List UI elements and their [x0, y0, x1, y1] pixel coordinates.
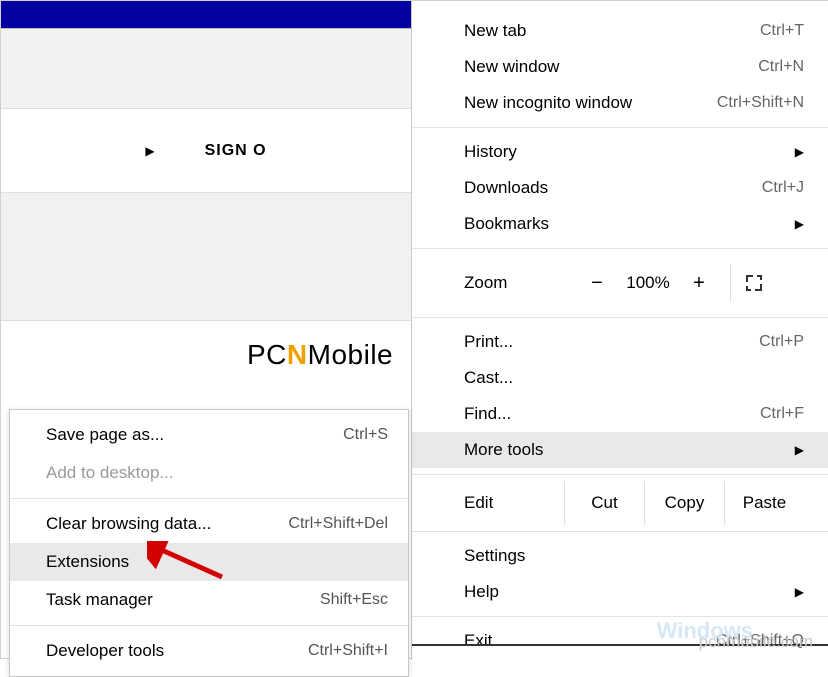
page-grey-region	[1, 193, 411, 321]
chevron-right-icon: ▶	[795, 443, 804, 457]
menu-label: Find...	[464, 404, 760, 424]
menu-item-new-tab[interactable]: New tab Ctrl+T	[412, 13, 828, 49]
window-titlebar	[1, 1, 411, 28]
menu-item-edit: Edit Cut Copy Paste	[412, 481, 828, 525]
menu-separator	[412, 248, 828, 249]
chevron-right-icon: ▶	[795, 585, 804, 599]
menu-label: History	[464, 142, 787, 162]
submenu-label: Add to desktop...	[46, 463, 388, 483]
zoom-level: 100%	[618, 273, 678, 293]
menu-shortcut: Ctrl+P	[759, 333, 804, 351]
sign-label: SIGN O	[205, 142, 267, 160]
menu-label: New incognito window	[464, 93, 717, 113]
submenu-label: Extensions	[46, 552, 388, 572]
menu-label: Bookmarks	[464, 214, 787, 234]
menu-label: Settings	[464, 546, 804, 566]
menu-item-more-tools[interactable]: More tools ▶	[412, 432, 828, 468]
fullscreen-icon	[746, 275, 762, 291]
menu-shortcut: Ctrl+N	[758, 58, 804, 76]
menu-item-zoom: Zoom − 100% +	[412, 255, 828, 311]
bookmarks-bar-strip	[1, 54, 411, 109]
submenu-label: Task manager	[46, 590, 320, 610]
menu-separator	[412, 127, 828, 128]
zoom-out-button[interactable]: −	[576, 272, 618, 295]
edit-cut-button[interactable]: Cut	[564, 481, 644, 525]
chevron-right-icon: ▶	[795, 217, 804, 231]
submenu-item-task-manager[interactable]: Task manager Shift+Esc	[10, 581, 408, 619]
menu-separator	[412, 616, 828, 617]
submenu-label: Developer tools	[46, 641, 308, 661]
chevron-right-icon: ▶	[795, 145, 804, 159]
menu-item-history[interactable]: History ▶	[412, 134, 828, 170]
menu-item-bookmarks[interactable]: Bookmarks ▶	[412, 206, 828, 242]
submenu-shortcut: Ctrl+Shift+I	[308, 642, 388, 660]
menu-bottom-border	[412, 644, 828, 646]
menu-item-downloads[interactable]: Downloads Ctrl+J	[412, 170, 828, 206]
toolbar-strip	[1, 28, 411, 54]
menu-shortcut: Ctrl+J	[762, 179, 804, 197]
submenu-item-add-to-desktop: Add to desktop...	[10, 454, 408, 492]
menu-item-cast[interactable]: Cast...	[412, 360, 828, 396]
submenu-item-extensions[interactable]: Extensions	[10, 543, 408, 581]
menu-separator	[412, 531, 828, 532]
menu-item-print[interactable]: Print... Ctrl+P	[412, 324, 828, 360]
menu-shortcut: Ctrl+F	[760, 405, 804, 423]
menu-item-settings[interactable]: Settings	[412, 538, 828, 574]
edit-label: Edit	[464, 493, 564, 513]
submenu-shortcut: Ctrl+Shift+Del	[288, 515, 388, 533]
menu-label: New tab	[464, 21, 760, 41]
submenu-separator	[10, 498, 408, 499]
submenu-shortcut: Shift+Esc	[320, 591, 388, 609]
menu-label: New window	[464, 57, 758, 77]
submenu-item-save-page[interactable]: Save page as... Ctrl+S	[10, 416, 408, 454]
menu-item-help[interactable]: Help ▶	[412, 574, 828, 610]
chrome-main-menu: New tab Ctrl+T New window Ctrl+N New inc…	[411, 1, 828, 660]
zoom-in-button[interactable]: +	[678, 272, 720, 295]
submenu-label: Clear browsing data...	[46, 514, 288, 534]
more-tools-submenu: Save page as... Ctrl+S Add to desktop...…	[9, 409, 409, 677]
menu-label: More tools	[464, 440, 787, 460]
zoom-label: Zoom	[464, 273, 576, 293]
menu-label: Downloads	[464, 178, 762, 198]
menu-item-new-window[interactable]: New window Ctrl+N	[412, 49, 828, 85]
menu-item-exit[interactable]: Exit Ctrl+Shift+Q	[412, 623, 828, 659]
menu-separator	[412, 317, 828, 318]
submenu-shortcut: Ctrl+S	[343, 426, 388, 444]
edit-paste-button[interactable]: Paste	[724, 481, 804, 525]
submenu-item-developer-tools[interactable]: Developer tools Ctrl+Shift+I	[10, 632, 408, 670]
menu-label: Exit	[464, 631, 716, 651]
page-header: ▶ SIGN O	[1, 109, 411, 193]
submenu-separator	[10, 625, 408, 626]
menu-label: Cast...	[464, 368, 804, 388]
menu-label: Print...	[464, 332, 759, 352]
menu-item-find[interactable]: Find... Ctrl+F	[412, 396, 828, 432]
submenu-item-clear-browsing-data[interactable]: Clear browsing data... Ctrl+Shift+Del	[10, 505, 408, 543]
menu-shortcut: Ctrl+T	[760, 22, 804, 40]
menu-label: Help	[464, 582, 787, 602]
fullscreen-button[interactable]	[730, 264, 776, 302]
menu-shortcut: Ctrl+Shift+N	[717, 94, 804, 112]
menu-shortcut: Ctrl+Shift+Q	[716, 632, 804, 650]
watermark-logo: PCNMobile	[247, 339, 393, 371]
menu-separator	[412, 474, 828, 475]
menu-item-new-incognito[interactable]: New incognito window Ctrl+Shift+N	[412, 85, 828, 121]
submenu-label: Save page as...	[46, 425, 343, 445]
play-icon: ▶	[145, 144, 154, 158]
edit-copy-button[interactable]: Copy	[644, 481, 724, 525]
